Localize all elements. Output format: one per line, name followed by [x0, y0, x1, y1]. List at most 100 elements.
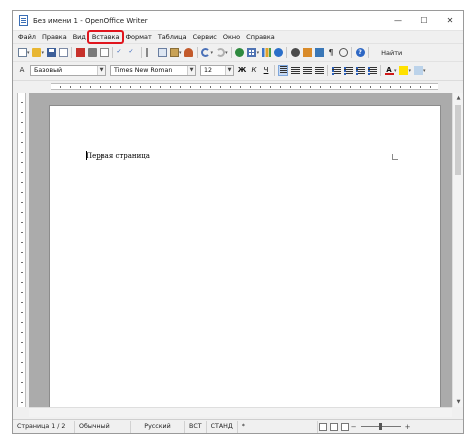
minimize-button[interactable]: —: [385, 11, 411, 31]
document-text[interactable]: Первая страница: [86, 152, 150, 160]
spellcheck-icon[interactable]: ✓: [117, 48, 126, 57]
bullets-icon[interactable]: [343, 66, 353, 75]
find-button[interactable]: Найти: [377, 48, 406, 58]
horizontal-scrollbar[interactable]: [29, 407, 452, 417]
maximize-button[interactable]: ☐: [411, 11, 437, 31]
menu-table[interactable]: Таблица: [155, 31, 190, 43]
zoom-slider[interactable]: [360, 423, 401, 430]
multi-page-view-icon[interactable]: [330, 422, 339, 431]
paste-dropdown-arrow-icon[interactable]: ▾: [179, 50, 182, 56]
single-page-view-icon[interactable]: [319, 422, 328, 431]
page-preview-icon[interactable]: [99, 48, 109, 57]
email-icon[interactable]: [58, 48, 68, 57]
menu-window[interactable]: Окно: [220, 31, 243, 43]
title-bar: Без имени 1 - OpenOffice Writer — ☐ ✕: [13, 11, 463, 31]
styles-formatting-icon[interactable]: A: [18, 66, 27, 75]
align-left-button[interactable]: [278, 65, 288, 76]
font-color-icon[interactable]: A: [384, 66, 394, 75]
writer-app-icon: [19, 15, 28, 26]
italic-button[interactable]: К: [249, 65, 259, 76]
font-name-select[interactable]: Times New Roman ▼: [110, 65, 196, 76]
menu-format[interactable]: Формат: [122, 31, 154, 43]
paragraph-style-select[interactable]: Базовый ▼: [30, 65, 106, 76]
zoom-icon[interactable]: [338, 48, 348, 57]
toolbar-separator: [380, 65, 381, 76]
chart-icon[interactable]: [261, 48, 271, 57]
writer-window: Без имени 1 - OpenOffice Writer — ☐ ✕ Фа…: [12, 10, 464, 434]
vertical-scrollbar[interactable]: ▲ ▼: [452, 93, 463, 407]
book-view-icon[interactable]: [341, 422, 350, 431]
align-justify-icon[interactable]: [314, 66, 324, 75]
highlight-dropdown-arrow-icon[interactable]: ▾: [409, 68, 412, 74]
page-style-indicator[interactable]: Обычный: [75, 420, 131, 433]
numbering-icon[interactable]: [331, 66, 341, 75]
table-icon[interactable]: [247, 48, 257, 57]
print-icon[interactable]: [87, 48, 97, 57]
zoom-in-icon[interactable]: +: [405, 423, 411, 431]
help-icon[interactable]: ?: [355, 48, 365, 57]
redo-dropdown-arrow-icon[interactable]: ▾: [225, 50, 228, 56]
scroll-thumb[interactable]: [455, 105, 461, 175]
undo-dropdown-arrow-icon[interactable]: ▾: [211, 50, 214, 56]
menu-insert[interactable]: Вставка: [86, 30, 124, 44]
menu-tools[interactable]: Сервис: [190, 31, 220, 43]
vertical-ruler[interactable]: [17, 93, 26, 407]
background-dropdown-arrow-icon[interactable]: ▾: [423, 68, 426, 74]
toolbar-separator: [286, 47, 288, 58]
save-icon[interactable]: [46, 48, 56, 57]
document-area: Первая страница: [29, 93, 453, 407]
toolbar-separator: [196, 47, 198, 58]
clone-formatting-icon[interactable]: [184, 48, 194, 57]
open-dropdown-arrow-icon[interactable]: ▾: [42, 50, 45, 56]
scroll-down-arrow-icon[interactable]: ▼: [453, 397, 463, 407]
align-right-icon[interactable]: [302, 66, 312, 75]
menu-help[interactable]: Справка: [243, 31, 278, 43]
open-folder-icon[interactable]: [32, 48, 42, 57]
toolbar-separator: [71, 47, 73, 58]
scroll-up-arrow-icon[interactable]: ▲: [453, 93, 463, 103]
cut-icon[interactable]: [145, 48, 155, 57]
menu-file[interactable]: Файл: [15, 31, 39, 43]
bold-button[interactable]: Ж: [237, 65, 247, 76]
new-document-icon[interactable]: [17, 48, 27, 57]
new-dropdown-arrow-icon[interactable]: ▾: [27, 50, 30, 56]
export-pdf-icon[interactable]: [75, 48, 85, 57]
zoom-out-icon[interactable]: −: [351, 423, 357, 431]
align-center-icon[interactable]: [290, 66, 300, 75]
document-page[interactable]: Первая страница: [49, 105, 441, 407]
language-indicator[interactable]: Русский: [131, 420, 185, 433]
chevron-down-icon: ▼: [225, 66, 233, 75]
toolbar-separator: [274, 65, 275, 76]
increase-indent-icon[interactable]: [367, 66, 377, 75]
formatting-marks-icon[interactable]: ¶: [327, 48, 336, 57]
undo-icon[interactable]: [201, 48, 211, 57]
decrease-indent-icon[interactable]: [355, 66, 365, 75]
font-size-select[interactable]: 12 ▼: [200, 65, 234, 76]
document-modified-indicator: *: [238, 420, 318, 433]
toolbar-separator: [351, 47, 353, 58]
autospellcheck-icon[interactable]: ✓: [129, 48, 138, 57]
gallery-icon[interactable]: [302, 48, 312, 57]
chevron-down-icon: ▼: [97, 66, 105, 75]
redo-icon[interactable]: [215, 48, 225, 57]
table-dropdown-arrow-icon[interactable]: ▾: [257, 50, 260, 56]
find-replace-icon[interactable]: [290, 48, 300, 57]
insert-mode-indicator[interactable]: ВСТ: [185, 420, 207, 433]
chevron-down-icon: ▼: [187, 66, 195, 75]
copy-icon[interactable]: [157, 48, 167, 57]
selection-mode-indicator[interactable]: СТАНД: [207, 420, 238, 433]
page-indicator[interactable]: Страница 1 / 2: [13, 420, 75, 433]
draw-functions-icon[interactable]: [273, 48, 283, 57]
data-sources-icon[interactable]: [314, 48, 324, 57]
highlighting-icon[interactable]: [399, 66, 409, 75]
horizontal-ruler[interactable]: [51, 83, 438, 90]
background-color-icon[interactable]: [413, 66, 423, 75]
underline-button[interactable]: Ч: [261, 65, 271, 76]
close-button[interactable]: ✕: [437, 11, 463, 31]
font-color-dropdown-arrow-icon[interactable]: ▾: [394, 68, 397, 74]
paste-icon[interactable]: [169, 48, 179, 57]
menu-edit[interactable]: Правка: [39, 31, 70, 43]
menu-bar: Файл Правка Вид Вставка Формат Таблица С…: [13, 30, 463, 44]
hyperlink-icon[interactable]: [235, 48, 245, 57]
paragraph-style-value: Базовый: [34, 67, 63, 74]
